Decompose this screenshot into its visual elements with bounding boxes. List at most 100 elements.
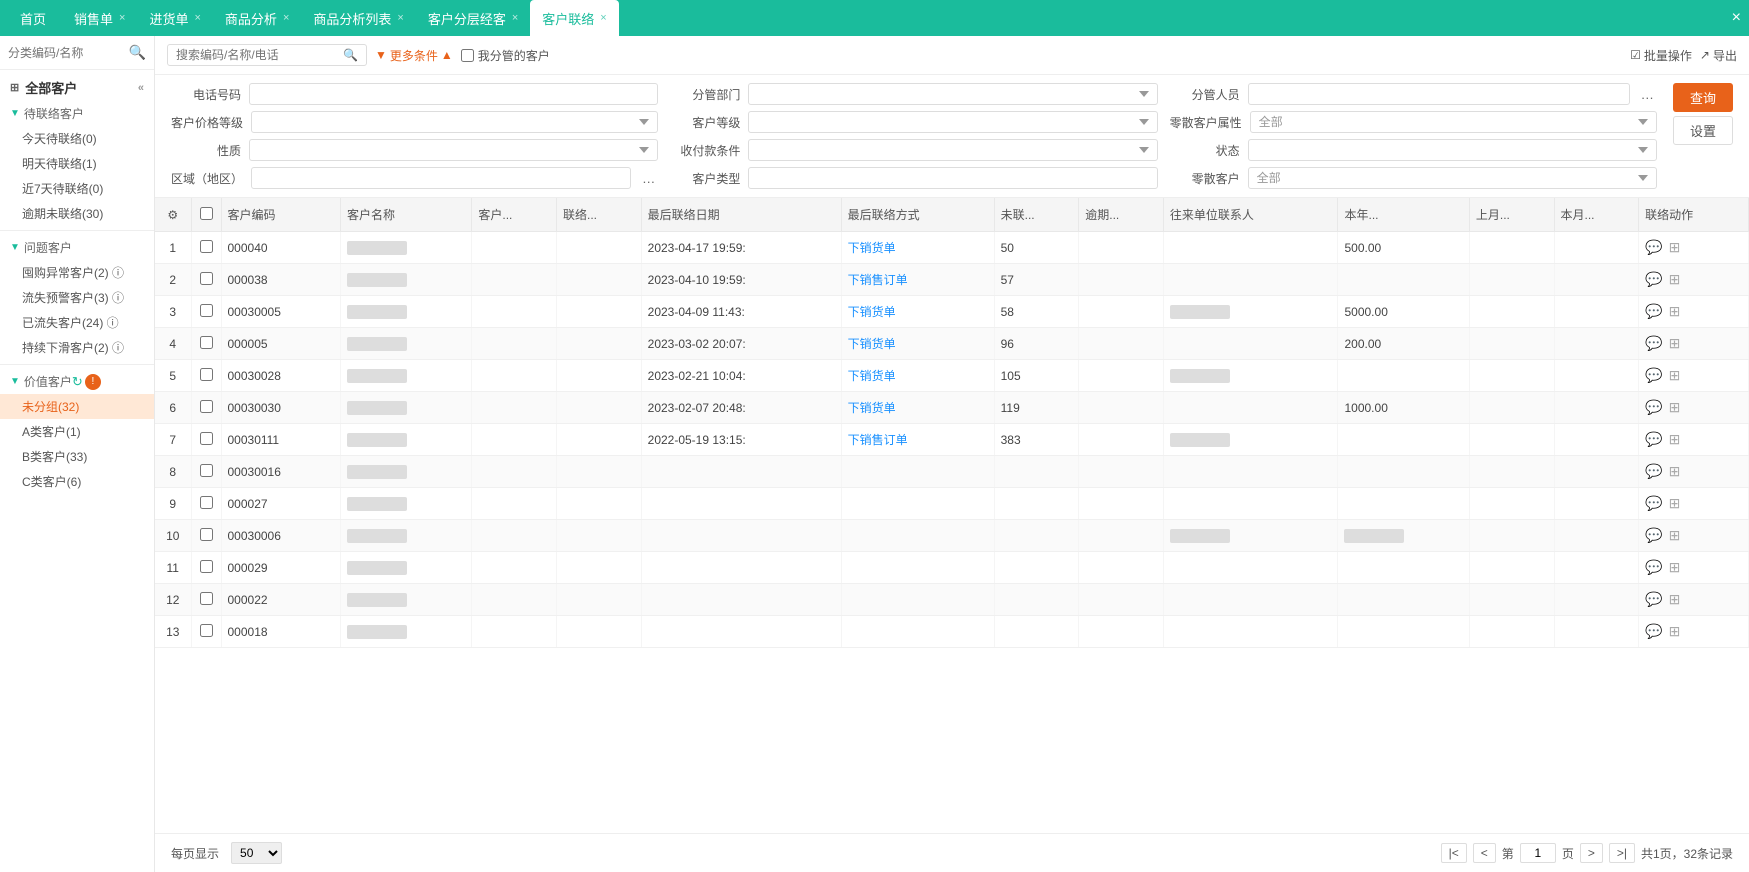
grid-action-icon[interactable]: ⊞ — [1669, 591, 1681, 608]
select-all-checkbox[interactable] — [200, 207, 213, 220]
tab-sales-close[interactable]: × — [119, 12, 125, 24]
row-check[interactable] — [191, 456, 221, 488]
row-checkbox[interactable] — [200, 592, 213, 605]
row-checkbox[interactable] — [200, 624, 213, 637]
grid-action-icon[interactable]: ⊞ — [1669, 399, 1681, 416]
chat-icon[interactable]: 💬 — [1645, 463, 1662, 480]
export-btn[interactable]: ↗ 导出 — [1700, 47, 1737, 64]
grid-action-icon[interactable]: ⊞ — [1669, 463, 1681, 480]
col-header-settings[interactable]: ⚙ — [155, 198, 191, 232]
row-checkbox[interactable] — [200, 496, 213, 509]
filter-dept-select[interactable] — [748, 83, 1157, 105]
close-all-btn[interactable]: × — [1732, 9, 1741, 27]
tab-home[interactable]: 首页 — [8, 0, 58, 36]
row-check[interactable] — [191, 232, 221, 264]
filter-region-more[interactable]: … — [639, 168, 658, 189]
tab-goods-analysis[interactable]: 商品分析 × — [213, 0, 301, 36]
more-conditions-btn[interactable]: ▼ 更多条件 ▲ — [375, 47, 453, 64]
tab-goods-list[interactable]: 商品分析列表 × — [301, 0, 415, 36]
query-btn[interactable]: 查询 — [1673, 83, 1733, 112]
sidebar-group-value[interactable]: ▼ 价值客户 ↻ ! — [0, 369, 154, 394]
tab-customer-layer-close[interactable]: × — [512, 12, 518, 24]
sidebar-group-problem[interactable]: ▼ 问题客户 — [0, 235, 154, 260]
tab-customer-contact-close[interactable]: × — [600, 12, 606, 24]
row-checkbox[interactable] — [200, 560, 213, 573]
sidebar-item-overdue[interactable]: 逾期未联络(30) — [0, 201, 154, 226]
grid-action-icon[interactable]: ⊞ — [1669, 271, 1681, 288]
last-method-link[interactable]: 下销售订单 — [848, 273, 908, 287]
row-checkbox[interactable] — [200, 304, 213, 317]
refresh-icon[interactable]: ↻ — [72, 374, 83, 390]
row-check[interactable] — [191, 488, 221, 520]
chat-icon[interactable]: 💬 — [1645, 271, 1662, 288]
chat-icon[interactable]: 💬 — [1645, 559, 1662, 576]
sidebar-item-churn-warning[interactable]: 流失预警客户(3) ⓘ — [0, 285, 154, 310]
sidebar-item-typeB[interactable]: B类客户(33) — [0, 444, 154, 469]
row-check[interactable] — [191, 584, 221, 616]
row-checkbox[interactable] — [200, 272, 213, 285]
row-checkbox[interactable] — [200, 240, 213, 253]
filter-status-select[interactable] — [1248, 139, 1657, 161]
tab-customer-layer[interactable]: 客户分层经客 × — [416, 0, 530, 36]
tab-goods-list-close[interactable]: × — [397, 12, 403, 24]
sidebar-search-input[interactable] — [8, 46, 129, 60]
tab-customer-contact[interactable]: 客户联络 × — [530, 0, 618, 36]
sidebar-item-typeC[interactable]: C类客户(6) — [0, 469, 154, 494]
filter-customer-level-select[interactable] — [748, 111, 1157, 133]
main-search-input[interactable] — [176, 48, 343, 62]
batch-operation-btn[interactable]: ☑ 批量操作 — [1630, 47, 1692, 64]
filter-region-input[interactable] — [251, 167, 631, 189]
row-check[interactable] — [191, 520, 221, 552]
filter-manager-input[interactable] — [1248, 83, 1630, 105]
next-page-btn[interactable]: > — [1580, 843, 1603, 863]
filter-manager-more[interactable]: … — [1638, 84, 1657, 105]
filter-price-level-select[interactable] — [251, 111, 658, 133]
row-check[interactable] — [191, 296, 221, 328]
grid-action-icon[interactable]: ⊞ — [1669, 559, 1681, 576]
sidebar-item-7days[interactable]: 近7天待联络(0) — [0, 176, 154, 201]
sidebar-item-typeA[interactable]: A类客户(1) — [0, 419, 154, 444]
chat-icon[interactable]: 💬 — [1645, 527, 1662, 544]
per-page-select[interactable]: 50 20 100 — [231, 842, 282, 864]
chat-icon[interactable]: 💬 — [1645, 591, 1662, 608]
row-check[interactable] — [191, 328, 221, 360]
sidebar-group-pending[interactable]: ▼ 待联络客户 — [0, 101, 154, 126]
row-checkbox[interactable] — [200, 464, 213, 477]
row-check[interactable] — [191, 264, 221, 296]
last-page-btn[interactable]: >| — [1609, 843, 1635, 863]
filter-payment-select[interactable] — [748, 139, 1157, 161]
last-method-link[interactable]: 下销货单 — [848, 241, 896, 255]
row-check[interactable] — [191, 552, 221, 584]
col-header-check[interactable] — [191, 198, 221, 232]
row-checkbox[interactable] — [200, 400, 213, 413]
sidebar-item-declining[interactable]: 持续下滑客户(2) ⓘ — [0, 335, 154, 360]
filter-customer-type-input[interactable] — [748, 167, 1157, 189]
last-method-link[interactable]: 下销售订单 — [848, 433, 908, 447]
chat-icon[interactable]: 💬 — [1645, 367, 1662, 384]
first-page-btn[interactable]: |< — [1441, 843, 1467, 863]
sidebar-item-tomorrow[interactable]: 明天待联络(1) — [0, 151, 154, 176]
page-input[interactable] — [1520, 843, 1556, 863]
grid-action-icon[interactable]: ⊞ — [1669, 367, 1681, 384]
tab-purchase[interactable]: 进货单 × — [137, 0, 212, 36]
grid-action-icon[interactable]: ⊞ — [1669, 239, 1681, 256]
row-check[interactable] — [191, 392, 221, 424]
row-check[interactable] — [191, 616, 221, 648]
row-checkbox[interactable] — [200, 528, 213, 541]
row-checkbox[interactable] — [200, 432, 213, 445]
grid-action-icon[interactable]: ⊞ — [1669, 495, 1681, 512]
chat-icon[interactable]: 💬 — [1645, 335, 1662, 352]
grid-action-icon[interactable]: ⊞ — [1669, 303, 1681, 320]
sidebar-item-ungroup[interactable]: 未分组(32) — [0, 394, 154, 419]
all-customers-header[interactable]: ⊞ 全部客户 « — [0, 70, 154, 101]
tab-sales[interactable]: 销售单 × — [62, 0, 137, 36]
row-check[interactable] — [191, 424, 221, 456]
last-method-link[interactable]: 下销货单 — [848, 401, 896, 415]
sidebar-item-abnormal[interactable]: 囤购异常客户(2) ⓘ — [0, 260, 154, 285]
row-check[interactable] — [191, 360, 221, 392]
row-checkbox[interactable] — [200, 336, 213, 349]
sidebar-item-lost[interactable]: 已流失客户(24) ⓘ — [0, 310, 154, 335]
filter-nature-select[interactable] — [249, 139, 658, 161]
chat-icon[interactable]: 💬 — [1645, 239, 1662, 256]
last-method-link[interactable]: 下销货单 — [848, 369, 896, 383]
